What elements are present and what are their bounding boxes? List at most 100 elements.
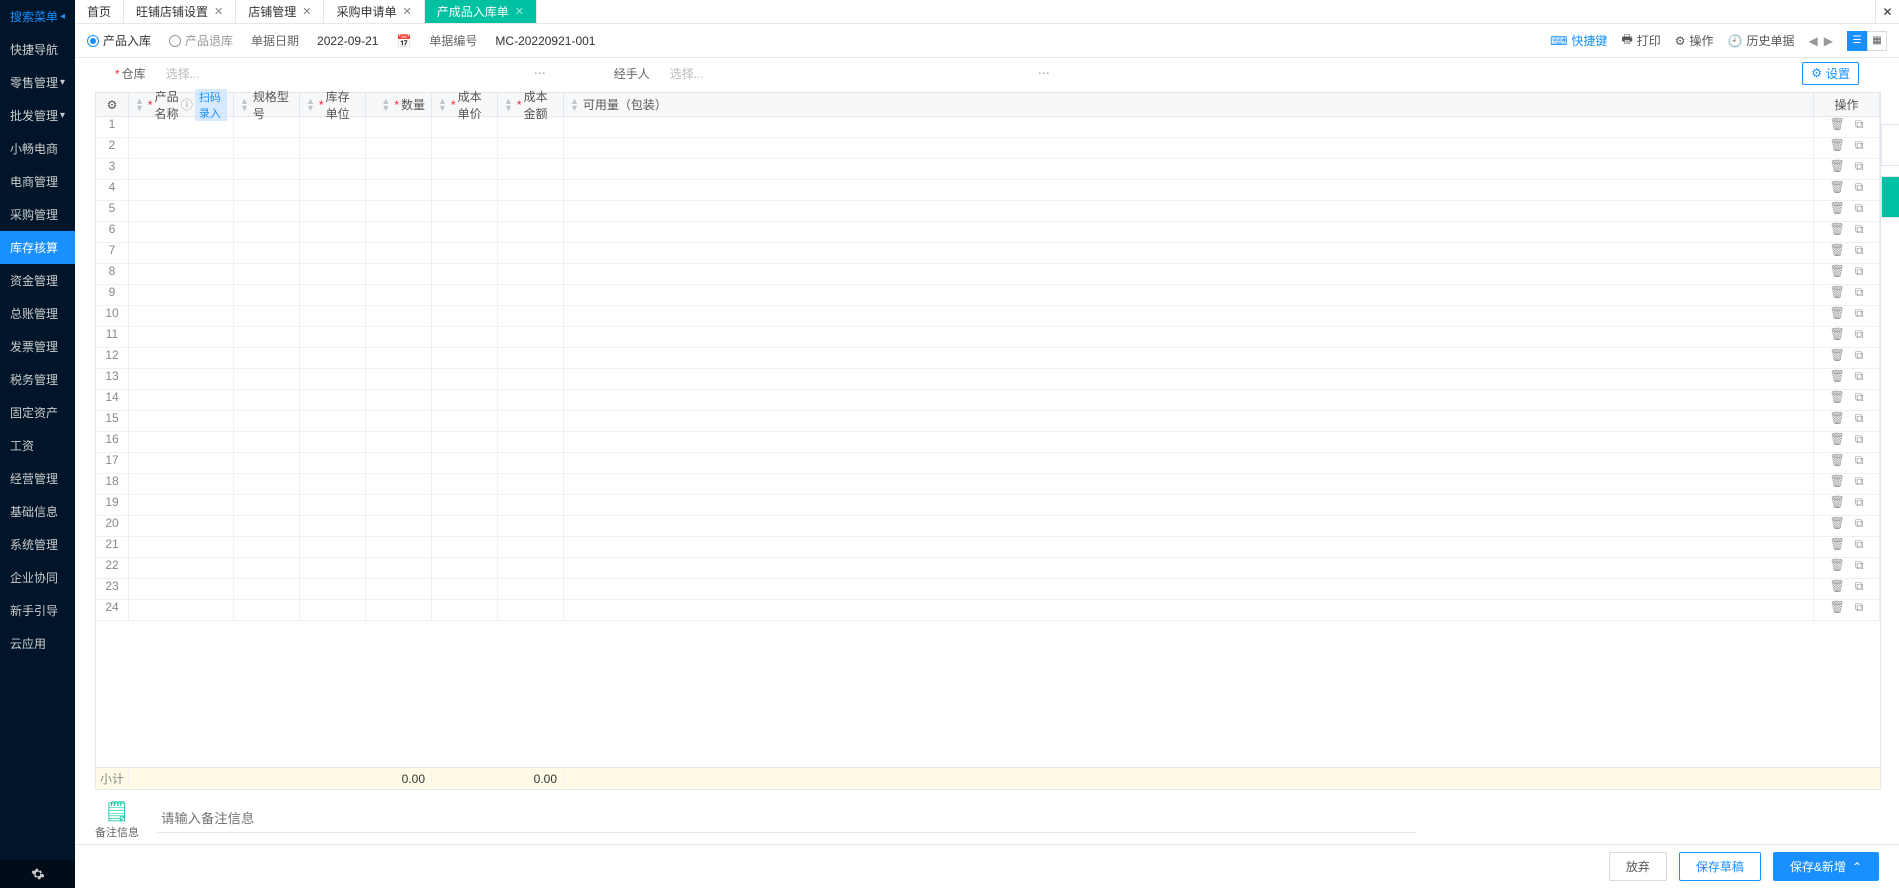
cell-price[interactable]	[432, 453, 498, 473]
cell-avail[interactable]	[564, 222, 1814, 242]
setting-button[interactable]: ⚙设置	[1802, 62, 1859, 85]
delete-icon[interactable]: 🗑	[1830, 201, 1845, 221]
table-row[interactable]: 24🗑⧉	[96, 600, 1880, 621]
cell-avail[interactable]	[564, 453, 1814, 473]
cell-avail[interactable]	[564, 138, 1814, 158]
sidebar-item-3[interactable]: 小畅电商	[0, 132, 75, 165]
handler-more-icon[interactable]: ⋯	[1038, 66, 1050, 80]
cell-unit[interactable]	[300, 453, 366, 473]
cell-unit[interactable]	[300, 579, 366, 599]
cell-spec[interactable]	[234, 432, 300, 452]
cell-spec[interactable]	[234, 180, 300, 200]
sidebar-item-18[interactable]: 云应用	[0, 627, 75, 660]
table-row[interactable]: 7🗑⧉	[96, 243, 1880, 264]
discard-button[interactable]: 放弃	[1609, 852, 1667, 881]
cell-unit[interactable]	[300, 537, 366, 557]
table-row[interactable]: 23🗑⧉	[96, 579, 1880, 600]
sidebar-item-16[interactable]: 企业协同	[0, 561, 75, 594]
cell-amount[interactable]	[498, 180, 564, 200]
cell-name[interactable]	[129, 159, 234, 179]
cell-name[interactable]	[129, 138, 234, 158]
cell-avail[interactable]	[564, 264, 1814, 284]
table-row[interactable]: 8🗑⧉	[96, 264, 1880, 285]
cell-qty[interactable]	[366, 411, 432, 431]
cell-unit[interactable]	[300, 348, 366, 368]
copy-icon[interactable]: ⧉	[1855, 264, 1864, 284]
cell-avail[interactable]	[564, 411, 1814, 431]
table-row[interactable]: 6🗑⧉	[96, 222, 1880, 243]
cell-name[interactable]	[129, 537, 234, 557]
close-icon[interactable]: ✕	[515, 5, 524, 18]
table-row[interactable]: 21🗑⧉	[96, 537, 1880, 558]
delete-icon[interactable]: 🗑	[1830, 306, 1845, 326]
cell-qty[interactable]	[366, 453, 432, 473]
cell-name[interactable]	[129, 516, 234, 536]
sidebar-item-1[interactable]: 零售管理▾	[0, 66, 75, 99]
delete-icon[interactable]: 🗑	[1830, 453, 1845, 473]
copy-icon[interactable]: ⧉	[1855, 537, 1864, 557]
delete-icon[interactable]: 🗑	[1830, 474, 1845, 494]
copy-icon[interactable]: ⧉	[1855, 222, 1864, 242]
cell-price[interactable]	[432, 222, 498, 242]
cell-name[interactable]	[129, 474, 234, 494]
cell-price[interactable]	[432, 180, 498, 200]
cell-name[interactable]	[129, 264, 234, 284]
table-row[interactable]: 14🗑⧉	[96, 390, 1880, 411]
delete-icon[interactable]: 🗑	[1830, 327, 1845, 347]
copy-icon[interactable]: ⧉	[1855, 369, 1864, 389]
save-draft-button[interactable]: 保存草稿	[1679, 852, 1761, 881]
delete-icon[interactable]: 🗑	[1830, 537, 1845, 557]
delete-icon[interactable]: 🗑	[1830, 264, 1845, 284]
cell-name[interactable]	[129, 411, 234, 431]
cell-name[interactable]	[129, 558, 234, 578]
cell-price[interactable]	[432, 201, 498, 221]
cell-spec[interactable]	[234, 474, 300, 494]
sidebar-item-0[interactable]: 快捷导航	[0, 33, 75, 66]
cell-unit[interactable]	[300, 600, 366, 620]
copy-icon[interactable]: ⧉	[1855, 306, 1864, 326]
sidebar-item-2[interactable]: 批发管理▾	[0, 99, 75, 132]
cell-qty[interactable]	[366, 327, 432, 347]
cell-unit[interactable]	[300, 516, 366, 536]
cell-unit[interactable]	[300, 159, 366, 179]
delete-icon[interactable]: 🗑	[1830, 117, 1845, 137]
cell-amount[interactable]	[498, 201, 564, 221]
cell-price[interactable]	[432, 306, 498, 326]
cell-amount[interactable]	[498, 264, 564, 284]
cell-unit[interactable]	[300, 285, 366, 305]
copy-icon[interactable]: ⧉	[1855, 453, 1864, 473]
cell-amount[interactable]	[498, 432, 564, 452]
cell-amount[interactable]	[498, 348, 564, 368]
cell-price[interactable]	[432, 495, 498, 515]
cell-name[interactable]	[129, 348, 234, 368]
copy-icon[interactable]: ⧉	[1855, 201, 1864, 221]
side-tab-2[interactable]	[1881, 176, 1899, 218]
delete-icon[interactable]: 🗑	[1830, 558, 1845, 578]
cell-unit[interactable]	[300, 327, 366, 347]
cell-unit[interactable]	[300, 495, 366, 515]
cell-price[interactable]	[432, 285, 498, 305]
scan-tag[interactable]: 扫码录入	[195, 89, 227, 121]
cell-unit[interactable]	[300, 369, 366, 389]
cell-amount[interactable]	[498, 558, 564, 578]
sidebar-item-10[interactable]: 税务管理	[0, 363, 75, 396]
cell-unit[interactable]	[300, 243, 366, 263]
tab-1[interactable]: 旺铺店铺设置✕	[124, 0, 236, 23]
cell-name[interactable]	[129, 327, 234, 347]
cell-name[interactable]	[129, 600, 234, 620]
cell-spec[interactable]	[234, 558, 300, 578]
copy-icon[interactable]: ⧉	[1855, 432, 1864, 452]
table-row[interactable]: 12🗑⧉	[96, 348, 1880, 369]
table-row[interactable]: 3🗑⧉	[96, 159, 1880, 180]
cell-avail[interactable]	[564, 306, 1814, 326]
cell-amount[interactable]	[498, 159, 564, 179]
sidebar-item-7[interactable]: 资金管理	[0, 264, 75, 297]
col-unit[interactable]: ▲▼*库存单位	[300, 93, 366, 116]
cell-unit[interactable]	[300, 474, 366, 494]
table-row[interactable]: 4🗑⧉	[96, 180, 1880, 201]
cell-name[interactable]	[129, 201, 234, 221]
table-row[interactable]: 1🗑⧉	[96, 117, 1880, 138]
delete-icon[interactable]: 🗑	[1830, 180, 1845, 200]
table-row[interactable]: 22🗑⧉	[96, 558, 1880, 579]
cell-qty[interactable]	[366, 222, 432, 242]
